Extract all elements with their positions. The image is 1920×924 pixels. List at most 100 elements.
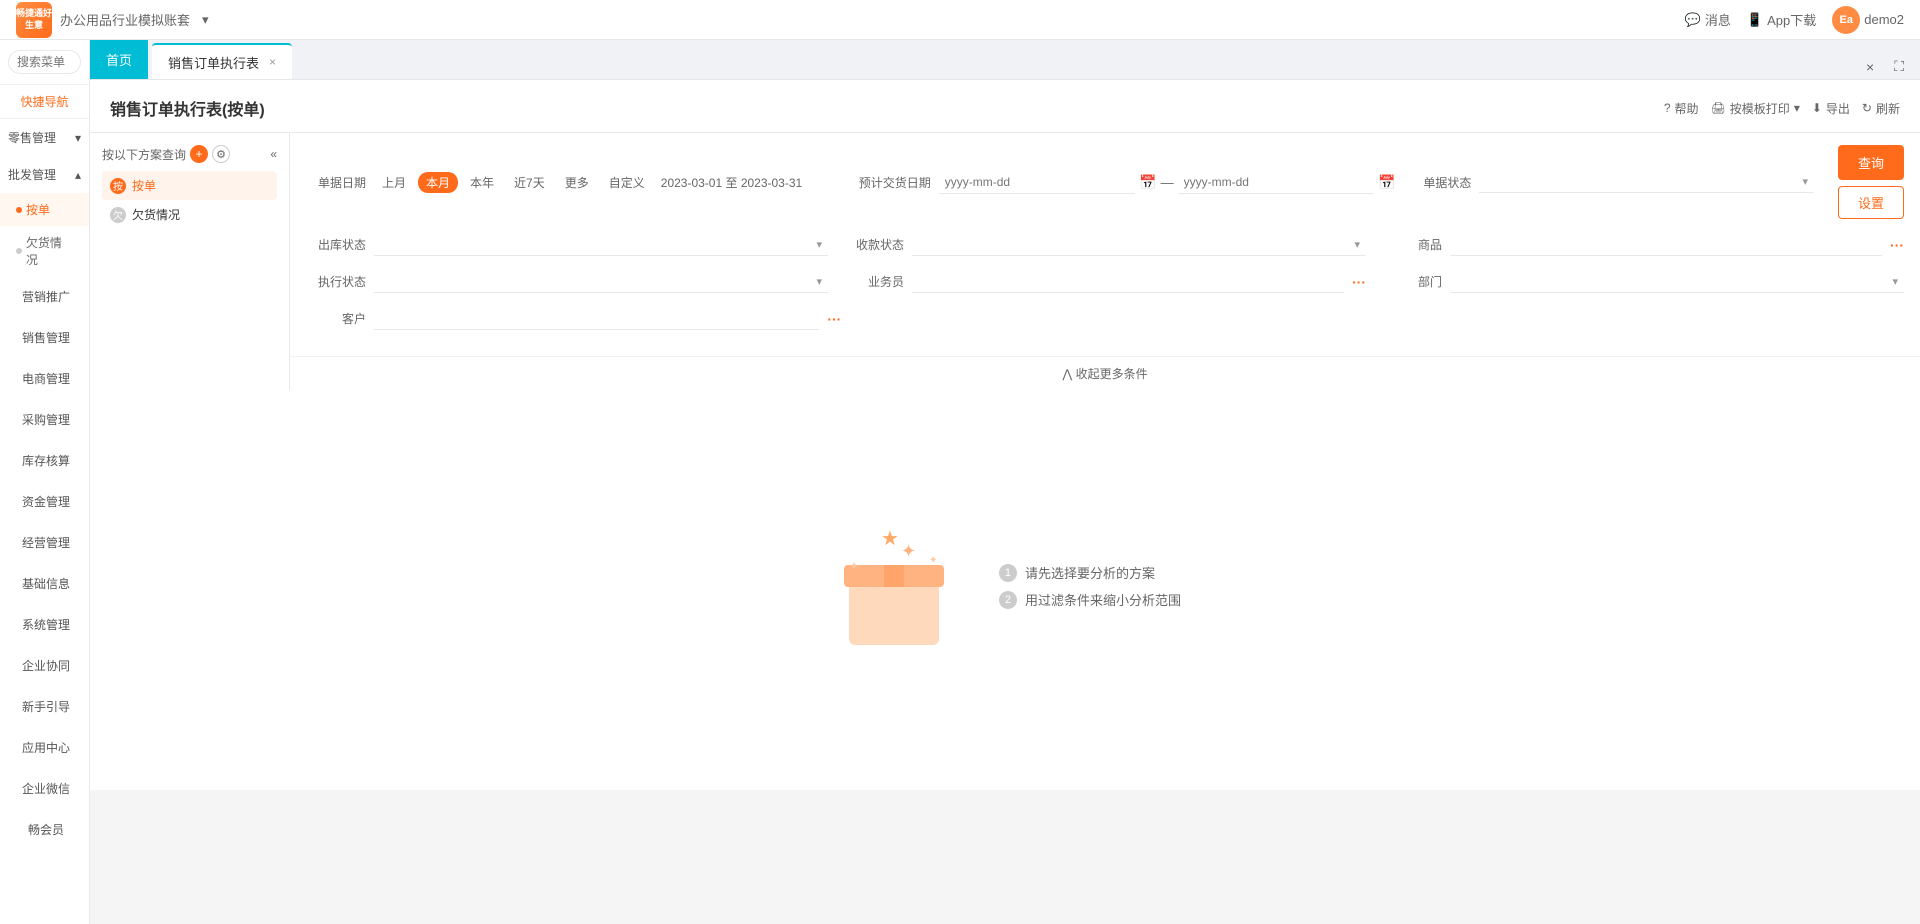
execution-status-select[interactable]: ▾ [374, 271, 828, 293]
help-icon: ? [1664, 101, 1671, 115]
sidebar: 快捷导航 零售管理 ▾ 批发管理 ▴ 按单 欠货情况 营销推广 销售管理 电商管… [0, 40, 90, 924]
sidebar-item-appstore[interactable]: 应用中心 [0, 727, 89, 768]
sidebar-item-newbie[interactable]: 新手引导 [0, 686, 89, 727]
collapse-text: 收起更多条件 [1076, 367, 1148, 381]
date-tab-last-month[interactable]: 上月 [374, 172, 414, 193]
sidebar-item-enterprise[interactable]: 企业协同 [0, 645, 89, 686]
sidebar-item-wholesale[interactable]: 批发管理 ▴ [0, 156, 89, 193]
tab-close-all-button[interactable]: × [1858, 55, 1882, 79]
date-tab-this-year[interactable]: 本年 [462, 172, 502, 193]
sidebar-collapse-button[interactable]: « [270, 147, 277, 161]
filter-scheme-by-order[interactable]: 按 按单 [102, 171, 277, 200]
app-download-button[interactable]: 📱 App下载 [1747, 10, 1816, 29]
message-button[interactable]: 💬 消息 [1685, 10, 1731, 29]
filter-scheme-by-order-label: 按单 [132, 177, 156, 194]
product-input[interactable] [1450, 233, 1882, 256]
empty-tips: 1 请先选择要分析的方案 2 用过滤条件来缩小分析范围 [999, 563, 1181, 617]
customer-label: 客户 [306, 310, 366, 327]
tab-home-label: 首页 [106, 50, 132, 69]
date-tab-more[interactable]: 更多 [557, 172, 597, 193]
filter-field-estimated-delivery: 预计交货日期 📅 — 📅 [859, 171, 1396, 194]
sidebar-subitem-order[interactable]: 按单 [0, 193, 89, 226]
filter-field-product: 商品 ··· [1382, 233, 1904, 256]
filter-sidebar-title: 按以下方案查询 + ⚙ « [102, 145, 277, 163]
message-icon: 💬 [1685, 12, 1701, 28]
delivery-status-select[interactable]: ▾ [374, 234, 828, 256]
sidebar-item-member[interactable]: 畅会员 [0, 809, 89, 850]
sidebar-item-sales[interactable]: 销售管理 [0, 317, 89, 358]
calendar-start-icon[interactable]: 📅 [1139, 174, 1156, 191]
execution-status-label: 执行状态 [306, 273, 366, 290]
refresh-button[interactable]: ↻ 刷新 [1862, 100, 1900, 117]
search-input[interactable] [8, 50, 81, 74]
sidebar-item-wholesale-label: 批发管理 [8, 166, 56, 183]
sidebar-item-inventory[interactable]: 库存核算 [0, 440, 89, 481]
tip-num-1: 1 [999, 564, 1017, 582]
collection-status-select[interactable]: ▾ [912, 234, 1366, 256]
sidebar-item-basic[interactable]: 基础信息 [0, 563, 89, 604]
department-select[interactable]: ▾ [1450, 271, 1904, 293]
scheme-debt-dot: 欠 [110, 207, 126, 223]
app-download-label: App下载 [1767, 10, 1816, 29]
tab-sales-exec-label: 销售订单执行表 [168, 53, 259, 72]
empty-state: ✦ ✦ ✦ ★ 1 请先选择要分析的方案 [90, 390, 1920, 790]
date-tab-this-month[interactable]: 本月 [418, 172, 458, 193]
chevron-up-icon: ▴ [75, 168, 81, 182]
sidebar-item-ecommerce[interactable]: 电商管理 [0, 358, 89, 399]
date-tab-7days[interactable]: 近7天 [506, 172, 553, 193]
customer-input[interactable] [374, 307, 819, 330]
add-scheme-button[interactable]: + [190, 145, 208, 163]
refresh-icon: ↻ [1862, 101, 1872, 115]
sidebar-item-finance[interactable]: 资金管理 [0, 481, 89, 522]
delivery-chevron-icon: ▾ [816, 238, 822, 251]
user-avatar-button[interactable]: Ea demo2 [1832, 6, 1904, 34]
calendar-end-icon[interactable]: 📅 [1378, 174, 1395, 191]
order-status-select[interactable]: ▾ [1479, 171, 1814, 193]
tab-sales-exec[interactable]: 销售订单执行表 × [152, 43, 292, 79]
query-button[interactable]: 查询 [1838, 145, 1904, 180]
customer-more-icon[interactable]: ··· [827, 311, 841, 327]
estimated-start-date-input[interactable] [939, 171, 1135, 194]
sidebar-item-purchase[interactable]: 采购管理 [0, 399, 89, 440]
product-more-icon[interactable]: ··· [1890, 237, 1904, 253]
export-button[interactable]: ⬇ 导出 [1812, 100, 1850, 117]
salesperson-more-icon[interactable]: ··· [1352, 274, 1366, 290]
empty-illustration: ✦ ✦ ✦ ★ [829, 525, 959, 655]
message-label: 消息 [1705, 10, 1731, 29]
estimated-end-date-input[interactable] [1178, 171, 1374, 194]
sidebar-item-retail[interactable]: 零售管理 ▾ [0, 119, 89, 156]
estimated-delivery-label: 预计交货日期 [859, 174, 931, 191]
sidebar-item-system[interactable]: 系统管理 [0, 604, 89, 645]
app-title-dropdown[interactable]: ▾ [202, 12, 209, 28]
print-dropdown-icon: ▾ [1794, 101, 1800, 115]
sidebar-item-operation[interactable]: 经营管理 [0, 522, 89, 563]
help-button[interactable]: ? 帮助 [1664, 100, 1699, 117]
sidebar-subitem-debt-label: 欠货情况 [26, 234, 73, 268]
tab-home[interactable]: 首页 [90, 40, 148, 79]
refresh-label: 刷新 [1876, 100, 1900, 117]
download-icon: 📱 [1747, 12, 1763, 28]
date-tab-custom[interactable]: 自定义 [601, 172, 653, 193]
topbar-right: 💬 消息 📱 App下载 Ea demo2 [1685, 6, 1904, 34]
filter-panel: 按以下方案查询 + ⚙ « 按 按单 欠 欠货情况 [90, 133, 1920, 390]
tab-close-icon[interactable]: × [269, 55, 276, 69]
filter-scheme-by-debt[interactable]: 欠 欠货情况 [102, 200, 277, 229]
date-tabs: 上月 本月 本年 近7天 更多 自定义 [374, 172, 653, 193]
content-area: 首页 销售订单执行表 × × ⛶ 销售订单执行表(按单) ? 帮助 [90, 40, 1920, 924]
order-status-chevron-icon: ▾ [1802, 175, 1808, 188]
template-print-button[interactable]: 🖨 按模板打印 ▾ [1711, 100, 1800, 117]
sidebar-item-marketing[interactable]: 营销推广 [0, 276, 89, 317]
sidebar-item-quick-nav[interactable]: 快捷导航 [0, 85, 89, 119]
collapse-button[interactable]: ⋀ 收起更多条件 [1062, 367, 1147, 381]
salesperson-input[interactable] [912, 270, 1344, 293]
filter-field-delivery-status: 出库状态 ▾ [306, 234, 828, 256]
delivery-status-label: 出库状态 [306, 236, 366, 253]
export-icon: ⬇ [1812, 101, 1822, 115]
sidebar-subitem-debt[interactable]: 欠货情况 [0, 226, 89, 276]
debt-dot [16, 248, 22, 254]
chevron-down-icon: ▾ [75, 131, 81, 145]
settings-button[interactable]: 设置 [1838, 186, 1904, 219]
sidebar-item-wechat[interactable]: 企业微信 [0, 768, 89, 809]
setting-scheme-button[interactable]: ⚙ [212, 145, 230, 163]
tab-maximize-button[interactable]: ⛶ [1886, 54, 1912, 79]
